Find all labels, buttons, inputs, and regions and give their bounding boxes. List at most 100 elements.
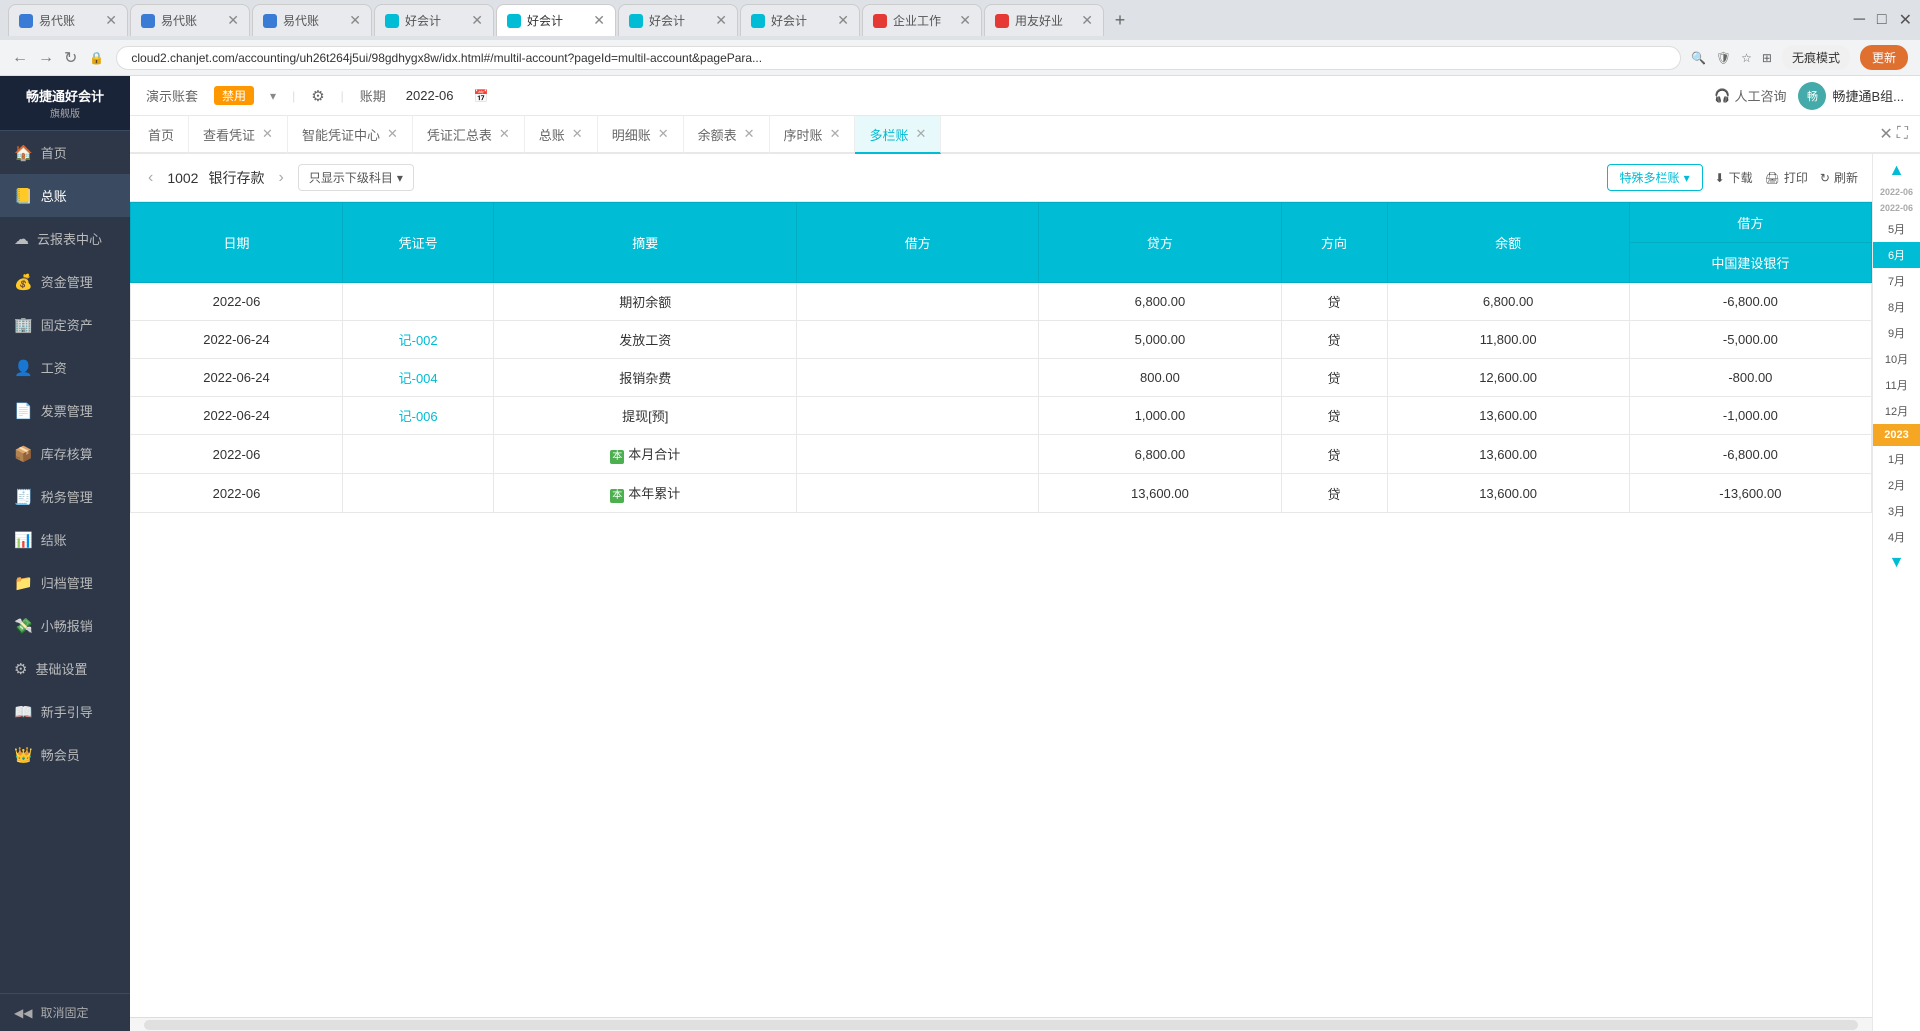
sidebar-item-assets[interactable]: 🏢 固定资产 — [0, 303, 130, 346]
refresh-button[interactable]: ↻ 刷新 — [1820, 169, 1858, 186]
tab-general-ledger-close[interactable]: ✕ — [572, 126, 583, 142]
pin-toggle-button[interactable]: ◀◀ 取消固定 — [0, 994, 130, 1031]
sidebar-item-settings[interactable]: ⚙ 基础设置 — [0, 647, 130, 690]
calendar-year-2023[interactable]: 2023 — [1873, 424, 1920, 446]
tab-close-5[interactable]: ✕ — [593, 12, 605, 29]
calendar-month-10[interactable]: 10月 — [1873, 346, 1920, 372]
back-button[interactable]: ← — [12, 49, 28, 67]
calendar-month-2[interactable]: 2月 — [1873, 472, 1920, 498]
voucher-link-4[interactable]: 记-006 — [399, 409, 438, 424]
tab-close-7[interactable]: ✕ — [837, 12, 849, 29]
browser-tab-1[interactable]: 易代账 ✕ — [8, 4, 128, 36]
calendar-scroll-down[interactable]: ▼ — [1885, 550, 1909, 576]
tab-smart-voucher-close[interactable]: ✕ — [387, 126, 398, 142]
sidebar-item-guide[interactable]: 📖 新手引导 — [0, 690, 130, 733]
tab-voucher-summary-close[interactable]: ✕ — [499, 126, 510, 142]
close-tab-btn[interactable]: ✕ — [1879, 124, 1892, 144]
star-icon[interactable]: ☆ — [1741, 51, 1752, 65]
content-area: ‹ 1002 银行存款 › 只显示下级科目 ▾ 特殊多栏账 ▾ — [130, 154, 1920, 1031]
tab-general-ledger[interactable]: 总账 ✕ — [525, 115, 598, 153]
download-button[interactable]: ⬇ 下载 — [1715, 169, 1753, 186]
calendar-icon[interactable]: 📅 — [474, 89, 489, 103]
browser-tab-9[interactable]: 用友好业 ✕ — [984, 4, 1104, 36]
expand-tab-btn[interactable]: ⛶ — [1897, 125, 1908, 143]
top-bar-dropdown-arrow[interactable]: ▾ — [270, 89, 276, 103]
calendar-scroll-up[interactable]: ▲ — [1885, 158, 1909, 184]
calendar-month-3[interactable]: 3月 — [1873, 498, 1920, 524]
tab-close-4[interactable]: ✕ — [471, 12, 483, 29]
sidebar-item-archive[interactable]: 📁 归档管理 — [0, 561, 130, 604]
h-scrollbar-track[interactable] — [144, 1020, 1858, 1030]
close-window-button[interactable]: ✕ — [1899, 10, 1912, 30]
address-input[interactable] — [116, 46, 1681, 70]
sidebar-item-home[interactable]: 🏠 首页 — [0, 131, 130, 174]
update-button[interactable]: 更新 — [1860, 45, 1908, 70]
browser-tab-7[interactable]: 好会计 ✕ — [740, 4, 860, 36]
calendar-month-5[interactable]: 5月 — [1873, 216, 1920, 242]
tab-balance-sheet[interactable]: 余额表 ✕ — [684, 115, 770, 153]
print-button[interactable]: 🖨 打印 — [1765, 169, 1808, 186]
sidebar-item-cloud[interactable]: ☁ 云报表中心 — [0, 217, 130, 260]
sidebar-item-invoice[interactable]: 📄 发票管理 — [0, 389, 130, 432]
tab-chronological[interactable]: 序时账 ✕ — [770, 115, 856, 153]
new-tab-button[interactable]: + — [1106, 6, 1134, 34]
calendar-month-12[interactable]: 12月 — [1873, 398, 1920, 424]
minimize-button[interactable]: ─ — [1854, 11, 1865, 29]
show-sub-accounts-button[interactable]: 只显示下级科目 ▾ — [298, 164, 414, 191]
tab-detail-ledger-close[interactable]: ✕ — [658, 126, 669, 142]
sidebar-item-tax[interactable]: 🧾 税务管理 — [0, 475, 130, 518]
tab-multi-column-close[interactable]: ✕ — [915, 126, 926, 142]
sidebar-item-inventory[interactable]: 📦 库存核算 — [0, 432, 130, 475]
calendar-month-4[interactable]: 4月 — [1873, 524, 1920, 550]
sidebar-item-expense[interactable]: 💸 小畅报销 — [0, 604, 130, 647]
consult-button[interactable]: 🎧 人工咨询 — [1714, 86, 1786, 105]
tab-multi-column[interactable]: 多栏账 ✕ — [855, 116, 941, 154]
tab-detail-ledger[interactable]: 明细账 ✕ — [598, 115, 684, 153]
sidebar-item-closing[interactable]: 📊 结账 — [0, 518, 130, 561]
tab-close-1[interactable]: ✕ — [105, 12, 117, 29]
reload-button[interactable]: ↻ — [64, 48, 77, 68]
tab-close-3[interactable]: ✕ — [349, 12, 361, 29]
calendar-month-11[interactable]: 11月 — [1873, 372, 1920, 398]
tab-close-9[interactable]: ✕ — [1081, 12, 1093, 29]
calendar-month-9[interactable]: 9月 — [1873, 320, 1920, 346]
tab-close-8[interactable]: ✕ — [959, 12, 971, 29]
multi-column-type-button[interactable]: 特殊多栏账 ▾ — [1607, 164, 1703, 191]
restore-button[interactable]: □ — [1877, 11, 1887, 29]
search-icon[interactable]: 🔍 — [1691, 51, 1706, 65]
next-account-button[interactable]: › — [274, 169, 287, 187]
demo-badge[interactable]: 禁用 — [214, 86, 254, 105]
tab-close-6[interactable]: ✕ — [715, 12, 727, 29]
voucher-link-3[interactable]: 记-004 — [399, 371, 438, 386]
forward-button[interactable]: → — [38, 49, 54, 67]
horizontal-scrollbar[interactable] — [130, 1017, 1872, 1031]
sidebar-item-ledger[interactable]: 📒 总账 — [0, 174, 130, 217]
sidebar-item-funds[interactable]: 💰 资金管理 — [0, 260, 130, 303]
browser-tab-2[interactable]: 易代账 ✕ — [130, 4, 250, 36]
tab-view-voucher[interactable]: 查看凭证 ✕ — [189, 115, 288, 153]
calendar-month-7[interactable]: 7月 — [1873, 268, 1920, 294]
settings-gear-icon[interactable]: ⚙ — [311, 87, 324, 105]
prev-account-button[interactable]: ‹ — [144, 169, 157, 187]
browser-tab-6[interactable]: 好会计 ✕ — [618, 4, 738, 36]
tab-chronological-close[interactable]: ✕ — [830, 126, 841, 142]
calendar-month-8[interactable]: 8月 — [1873, 294, 1920, 320]
tab-smart-voucher[interactable]: 智能凭证中心 ✕ — [288, 115, 413, 153]
sidebar-item-salary[interactable]: 👤 工资 — [0, 346, 130, 389]
tab-home[interactable]: 首页 — [134, 115, 189, 153]
tab-view-voucher-close[interactable]: ✕ — [262, 126, 273, 142]
browser-tab-8[interactable]: 企业工作 ✕ — [862, 4, 982, 36]
calendar-month-6[interactable]: 6月 — [1873, 242, 1920, 268]
tab-balance-sheet-close[interactable]: ✕ — [744, 126, 755, 142]
wuhen-mode-button[interactable]: 无痕模式 — [1782, 45, 1850, 70]
voucher-link-2[interactable]: 记-002 — [399, 333, 438, 348]
tab-close-2[interactable]: ✕ — [227, 12, 239, 29]
browser-tab-5[interactable]: 好会计 ✕ — [496, 4, 616, 36]
sidebar-toggle[interactable]: ⊞ — [1762, 51, 1772, 65]
calendar-month-1[interactable]: 1月 — [1873, 446, 1920, 472]
browser-tab-3[interactable]: 易代账 ✕ — [252, 4, 372, 36]
browser-tab-4[interactable]: 好会计 ✕ — [374, 4, 494, 36]
tab-label-3: 易代账 — [283, 12, 319, 29]
tab-voucher-summary[interactable]: 凭证汇总表 ✕ — [413, 115, 525, 153]
sidebar-item-member[interactable]: 👑 畅会员 — [0, 733, 130, 776]
